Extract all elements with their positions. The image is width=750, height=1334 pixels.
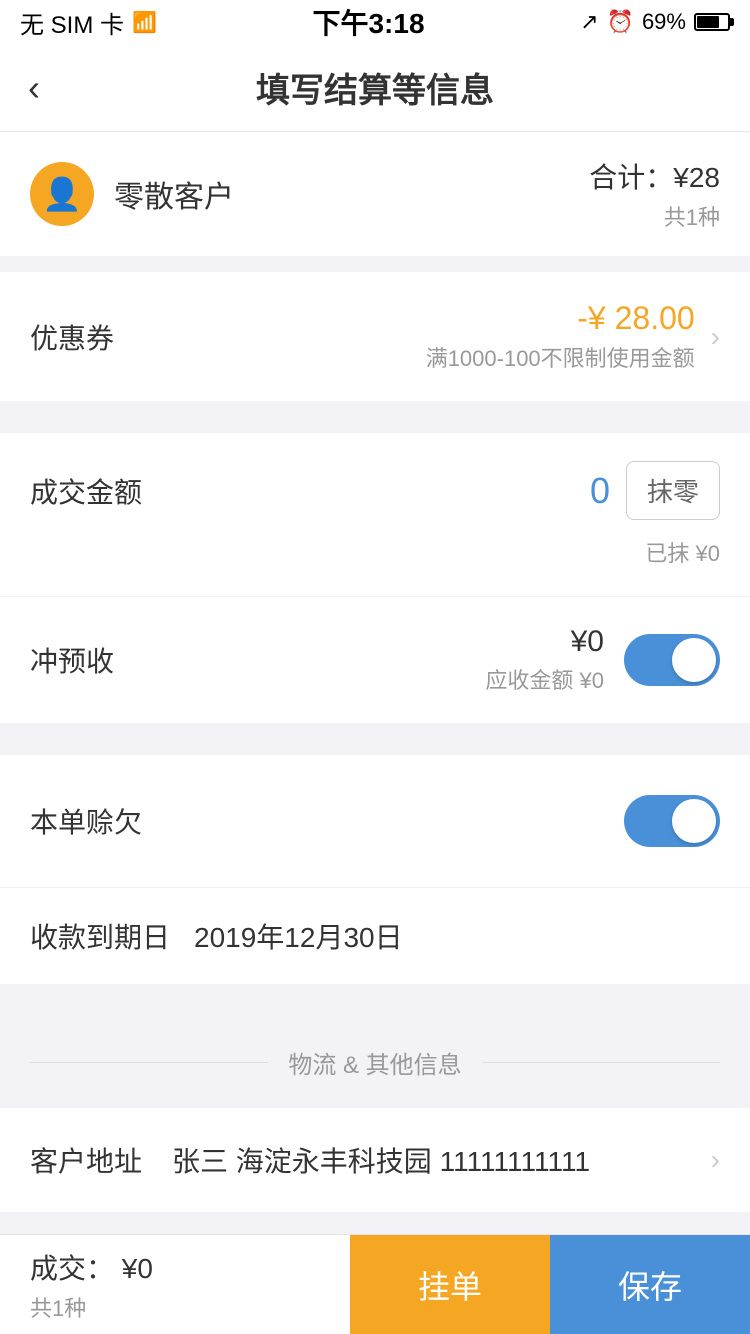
address-row[interactable]: 客户地址 张三 海淀永丰科技园 11111111111 ›	[0, 1108, 750, 1212]
coupon-label: 优惠券	[30, 317, 114, 357]
customer-card: 👤 零散客户 合计：¥28 共1种	[0, 132, 750, 256]
prepay-value-col: ¥0 应收金额 ¥0	[485, 625, 604, 695]
logistics-section-divider: 物流 & 其他信息	[0, 1032, 750, 1092]
deal-amount-card: 成交金额 0 抹零 已抹 ¥0 冲预收 ¥0 应收金额 ¥0	[0, 433, 750, 723]
coupon-amount: -¥ 28.00	[426, 300, 695, 337]
deal-amount-row: 成交金额 0 抹零	[0, 433, 750, 536]
save-button[interactable]: 保存	[550, 1235, 750, 1334]
customer-left: 👤 零散客户	[30, 162, 234, 226]
toggle-knob	[672, 638, 716, 682]
section-gap-5	[0, 1092, 750, 1108]
deal-amount-label: 成交金额	[30, 471, 142, 511]
total-count: 共1种	[589, 200, 720, 232]
customer-name: 零散客户	[114, 172, 234, 216]
due-date-row: 收款到期日 2019年12月30日	[0, 887, 750, 984]
bottom-deal-label: 成交：	[30, 1253, 114, 1284]
chevron-right-icon: ›	[711, 321, 720, 353]
debt-label: 本单赊欠	[30, 801, 142, 841]
section-gap-1	[0, 417, 750, 433]
address-chevron-icon: ›	[711, 1144, 720, 1176]
debt-toggle-knob	[672, 799, 716, 843]
rubzero-button[interactable]: 抹零	[626, 461, 720, 520]
content: 👤 零散客户 合计：¥28 共1种 优惠券 -¥ 28.00 满1000-100…	[0, 132, 750, 1332]
carrier-label: 无 SIM 卡	[20, 5, 124, 40]
prepay-amount: ¥0	[485, 625, 604, 659]
due-date-value: 2019年12月30日	[194, 916, 403, 956]
deal-sub-label: 已抹 ¥0	[645, 541, 720, 566]
prepay-sub: 应收金额 ¥0	[485, 663, 604, 695]
nav-bar: ‹ 填写结算等信息	[0, 44, 750, 132]
prepay-toggle[interactable]	[624, 634, 720, 686]
coupon-value-col: -¥ 28.00 满1000-100不限制使用金额	[426, 300, 695, 373]
due-date-label: 收款到期日	[30, 916, 170, 956]
back-button[interactable]: ‹	[28, 67, 40, 109]
section-gap-2	[0, 739, 750, 755]
bottom-deal-amount: ¥0	[122, 1253, 153, 1284]
status-left: 无 SIM 卡 📶	[20, 5, 157, 40]
status-bar: 无 SIM 卡 📶 下午3:18 ↗ ⏰ 69%	[0, 0, 750, 44]
customer-right: 合计：¥28 共1种	[589, 156, 720, 232]
coupon-card: 优惠券 -¥ 28.00 满1000-100不限制使用金额 ›	[0, 272, 750, 401]
deal-amount-value: 0	[590, 470, 610, 512]
bottom-info: 成交： ¥0 共1种	[0, 1235, 350, 1334]
section-gap-4	[0, 1016, 750, 1032]
debt-row: 本单赊欠	[0, 755, 750, 887]
address-label: 客户地址	[30, 1140, 142, 1180]
battery-percent: 69%	[642, 9, 686, 35]
deal-amount-right: 0 抹零	[590, 461, 720, 520]
bottom-bar: 成交： ¥0 共1种 挂单 保存	[0, 1234, 750, 1334]
debt-toggle[interactable]	[624, 795, 720, 847]
page-title: 填写结算等信息	[256, 63, 494, 112]
coupon-right: -¥ 28.00 满1000-100不限制使用金额 ›	[426, 300, 720, 373]
bottom-deal-row: 成交： ¥0	[30, 1247, 350, 1287]
avatar: 👤	[30, 162, 94, 226]
prepay-row: 冲预收 ¥0 应收金额 ¥0	[0, 596, 750, 723]
prepay-right: ¥0 应收金额 ¥0	[485, 625, 720, 695]
debt-card: 本单赊欠 收款到期日 2019年12月30日	[0, 755, 750, 984]
status-right: ↗ ⏰ 69%	[580, 9, 730, 35]
customer-row: 👤 零散客户 合计：¥28 共1种	[0, 132, 750, 256]
wifi-icon: 📶	[132, 10, 157, 35]
prepay-label: 冲预收	[30, 640, 114, 680]
alarm-icon: ⏰	[607, 9, 634, 35]
total-amount: 合计：¥28	[589, 156, 720, 196]
location-icon: ↗	[580, 9, 598, 35]
status-time: 下午3:18	[312, 2, 424, 42]
logistics-label: 物流 & 其他信息	[268, 1045, 481, 1080]
hold-button[interactable]: 挂单	[350, 1235, 550, 1334]
battery-icon	[694, 13, 730, 31]
bottom-count: 共1种	[30, 1291, 350, 1323]
coupon-desc: 满1000-100不限制使用金额	[426, 341, 695, 373]
section-gap-3	[0, 1000, 750, 1016]
address-value: 张三 海淀永丰科技园 11111111111	[172, 1140, 711, 1180]
coupon-row[interactable]: 优惠券 -¥ 28.00 满1000-100不限制使用金额 ›	[0, 272, 750, 401]
avatar-icon: 👤	[42, 175, 82, 213]
deal-sub-row: 已抹 ¥0	[0, 536, 750, 596]
